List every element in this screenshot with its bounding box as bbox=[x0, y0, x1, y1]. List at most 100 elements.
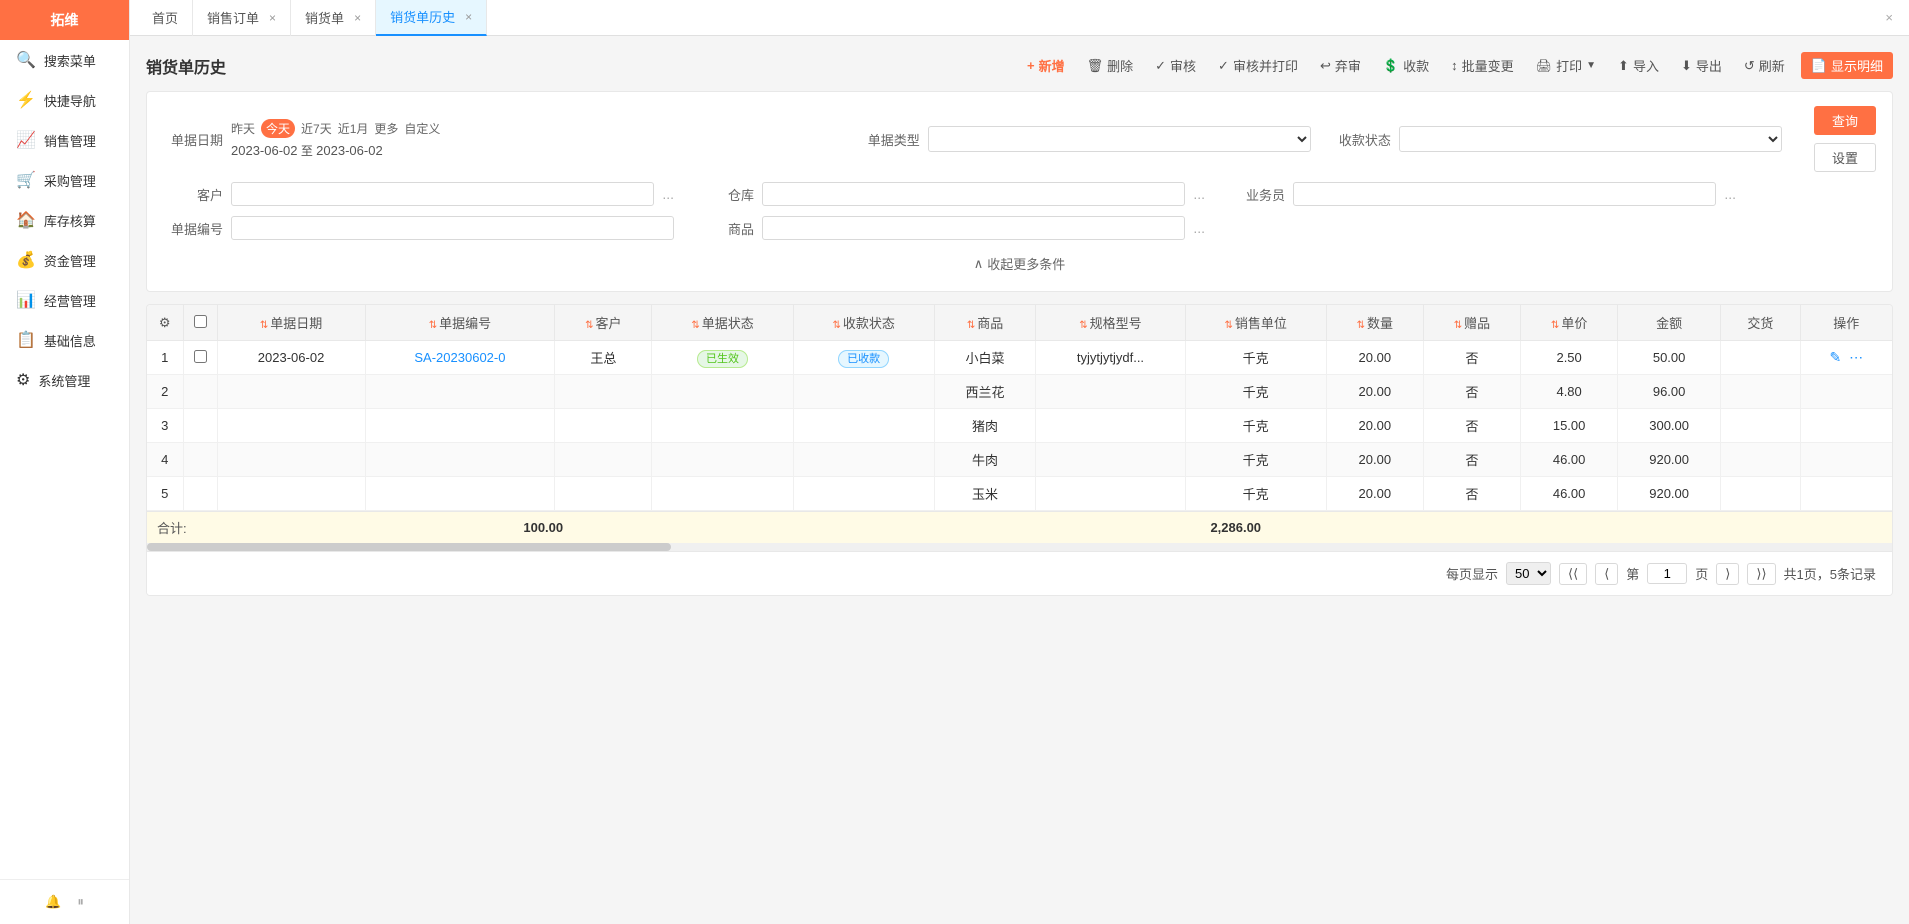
row-amount: 920.00 bbox=[1618, 477, 1721, 511]
customer-input[interactable] bbox=[231, 182, 654, 206]
scrollbar-thumb[interactable] bbox=[147, 543, 671, 551]
row-customer bbox=[555, 443, 652, 477]
goods-ellipsis-button[interactable]: ... bbox=[1193, 220, 1205, 236]
sidebar-item-sys-mgmt[interactable]: ⚙ 系统管理 bbox=[0, 360, 129, 400]
print-label: 打印 bbox=[1556, 56, 1582, 75]
col-price[interactable]: ⇅单价 bbox=[1521, 305, 1618, 341]
date-shortcut-yesterday[interactable]: 昨天 bbox=[231, 120, 255, 137]
window-close-icon[interactable]: × bbox=[1877, 10, 1901, 25]
per-page-select[interactable]: 50 bbox=[1506, 562, 1551, 585]
warehouse-input[interactable] bbox=[762, 182, 1185, 206]
sort-goods-icon: ⇅ bbox=[967, 320, 975, 331]
row-goods: 小白菜 bbox=[934, 341, 1036, 375]
col-collect-status[interactable]: ⇅收款状态 bbox=[793, 305, 934, 341]
delete-button[interactable]: 🗑 删除 bbox=[1081, 53, 1140, 78]
staff-ellipsis-button[interactable]: ... bbox=[1724, 186, 1736, 202]
collect-status-select[interactable] bbox=[1399, 126, 1782, 152]
tab-sales-order[interactable]: 销售订单 × bbox=[193, 0, 291, 36]
col-doc-no[interactable]: ⇅单据编号 bbox=[365, 305, 555, 341]
sidebar-item-sales-mgmt[interactable]: 📈 销售管理 bbox=[0, 120, 129, 160]
set-button[interactable]: 设置 bbox=[1814, 143, 1876, 172]
batch-change-button[interactable]: ↕ 批量变更 bbox=[1445, 53, 1520, 78]
tab-sales-history-close[interactable]: × bbox=[465, 10, 472, 24]
print-button[interactable]: 🖨 打印 ▼ bbox=[1530, 53, 1602, 78]
tab-sales-goods-label: 销货单 bbox=[305, 8, 344, 27]
audit-button[interactable]: ✓ 审核 bbox=[1149, 53, 1202, 78]
sidebar-item-operation[interactable]: 📊 经营管理 bbox=[0, 280, 129, 320]
horizontal-scrollbar[interactable] bbox=[147, 543, 1892, 551]
add-button[interactable]: + 新增 bbox=[1021, 53, 1071, 78]
more-icon[interactable]: ⋯ bbox=[1849, 349, 1863, 366]
abandon-button[interactable]: ↩ 弃审 bbox=[1314, 53, 1367, 78]
tab-sales-order-close[interactable]: × bbox=[269, 11, 276, 25]
page-number-input[interactable] bbox=[1647, 563, 1687, 584]
sidebar-item-quick-nav[interactable]: ⚡ 快捷导航 bbox=[0, 80, 129, 120]
row-checkbox-cell bbox=[183, 409, 217, 443]
export-button[interactable]: ⬇ 导出 bbox=[1675, 53, 1728, 78]
notification-icon[interactable]: 🔔 bbox=[45, 894, 61, 910]
col-gift[interactable]: ⇅赠品 bbox=[1423, 305, 1520, 341]
pause-icon[interactable]: ⏸ bbox=[77, 894, 84, 910]
date-shortcut-1month[interactable]: 近1月 bbox=[338, 120, 369, 137]
audit-icon: ✓ bbox=[1155, 58, 1166, 74]
print-dropdown-icon: ▼ bbox=[1586, 60, 1596, 71]
doc-no-link[interactable]: SA-20230602-0 bbox=[414, 350, 505, 365]
row-checkbox[interactable] bbox=[194, 350, 207, 363]
row-spec bbox=[1036, 443, 1185, 477]
row-qty: 20.00 bbox=[1326, 341, 1423, 375]
tab-sales-goods-close[interactable]: × bbox=[354, 11, 361, 25]
select-all-checkbox[interactable] bbox=[194, 315, 207, 328]
sidebar-item-label-purchase: 采购管理 bbox=[44, 171, 96, 190]
date-shortcut-7days[interactable]: 近7天 bbox=[301, 120, 332, 137]
show-detail-button[interactable]: 📄 显示明细 bbox=[1801, 52, 1893, 79]
collapse-more-button[interactable]: ∧ 收起更多条件 bbox=[163, 250, 1876, 277]
row-collect-status bbox=[793, 443, 934, 477]
refresh-button[interactable]: ↺ 刷新 bbox=[1738, 53, 1791, 78]
customer-ellipsis-button[interactable]: ... bbox=[662, 186, 674, 202]
doc-type-select[interactable] bbox=[928, 126, 1311, 152]
sidebar-item-label-sales: 销售管理 bbox=[44, 131, 96, 150]
col-unit[interactable]: ⇅销售单位 bbox=[1185, 305, 1326, 341]
page-first-button[interactable]: ⟨⟨ bbox=[1559, 563, 1587, 585]
sidebar-item-purchase-mgmt[interactable]: 🛒 采购管理 bbox=[0, 160, 129, 200]
sidebar-item-search-menu[interactable]: 🔍 搜索菜单 bbox=[0, 40, 129, 80]
col-settings[interactable]: ⚙ bbox=[147, 305, 183, 341]
col-goods[interactable]: ⇅商品 bbox=[934, 305, 1036, 341]
row-doc-date bbox=[217, 443, 365, 477]
collect-button[interactable]: 💲 收款 bbox=[1377, 53, 1435, 78]
audit-print-button[interactable]: ✓ 审核并打印 bbox=[1212, 53, 1304, 78]
tab-sales-history[interactable]: 销货单历史 × bbox=[376, 0, 487, 36]
sidebar-item-basic-info[interactable]: 📋 基础信息 bbox=[0, 320, 129, 360]
query-button[interactable]: 查询 bbox=[1814, 106, 1876, 135]
page-prev-button[interactable]: ⟨ bbox=[1595, 563, 1618, 585]
col-doc-date[interactable]: ⇅单据日期 bbox=[217, 305, 365, 341]
export-icon: ⬇ bbox=[1681, 58, 1692, 74]
delete-icon: 🗑 bbox=[1087, 58, 1104, 74]
sidebar-item-finance[interactable]: 💰 资金管理 bbox=[0, 240, 129, 280]
goods-input[interactable] bbox=[762, 216, 1185, 240]
col-amount: 金额 bbox=[1618, 305, 1721, 341]
tab-home[interactable]: 首页 bbox=[138, 0, 193, 36]
date-shortcut-custom[interactable]: 自定义 bbox=[404, 120, 440, 137]
import-button[interactable]: ⬆ 导入 bbox=[1612, 53, 1665, 78]
sidebar-logo: 拓维 bbox=[0, 0, 129, 40]
filter-doc-type: 单据类型 bbox=[860, 126, 1311, 152]
col-customer[interactable]: ⇅客户 bbox=[555, 305, 652, 341]
date-shortcut-more[interactable]: 更多 bbox=[374, 120, 398, 137]
page-next-button[interactable]: ⟩ bbox=[1716, 563, 1739, 585]
warehouse-ellipsis-button[interactable]: ... bbox=[1193, 186, 1205, 202]
col-spec[interactable]: ⇅规格型号 bbox=[1036, 305, 1185, 341]
filter-staff: 业务员 ... bbox=[1225, 182, 1736, 206]
doc-no-input[interactable] bbox=[231, 216, 674, 240]
col-qty[interactable]: ⇅数量 bbox=[1326, 305, 1423, 341]
sort-doc-status-icon: ⇅ bbox=[691, 320, 699, 331]
page-last-button[interactable]: ⟩⟩ bbox=[1747, 563, 1775, 585]
row-actions-cell bbox=[1800, 375, 1892, 409]
edit-icon[interactable]: ✎ bbox=[1829, 349, 1841, 366]
row-gift: 否 bbox=[1423, 477, 1520, 511]
tab-sales-goods[interactable]: 销货单 × bbox=[291, 0, 376, 36]
date-shortcut-today[interactable]: 今天 bbox=[261, 119, 295, 138]
sidebar-item-inventory[interactable]: 🏠 库存核算 bbox=[0, 200, 129, 240]
staff-input[interactable] bbox=[1293, 182, 1716, 206]
col-doc-status[interactable]: ⇅单据状态 bbox=[652, 305, 793, 341]
